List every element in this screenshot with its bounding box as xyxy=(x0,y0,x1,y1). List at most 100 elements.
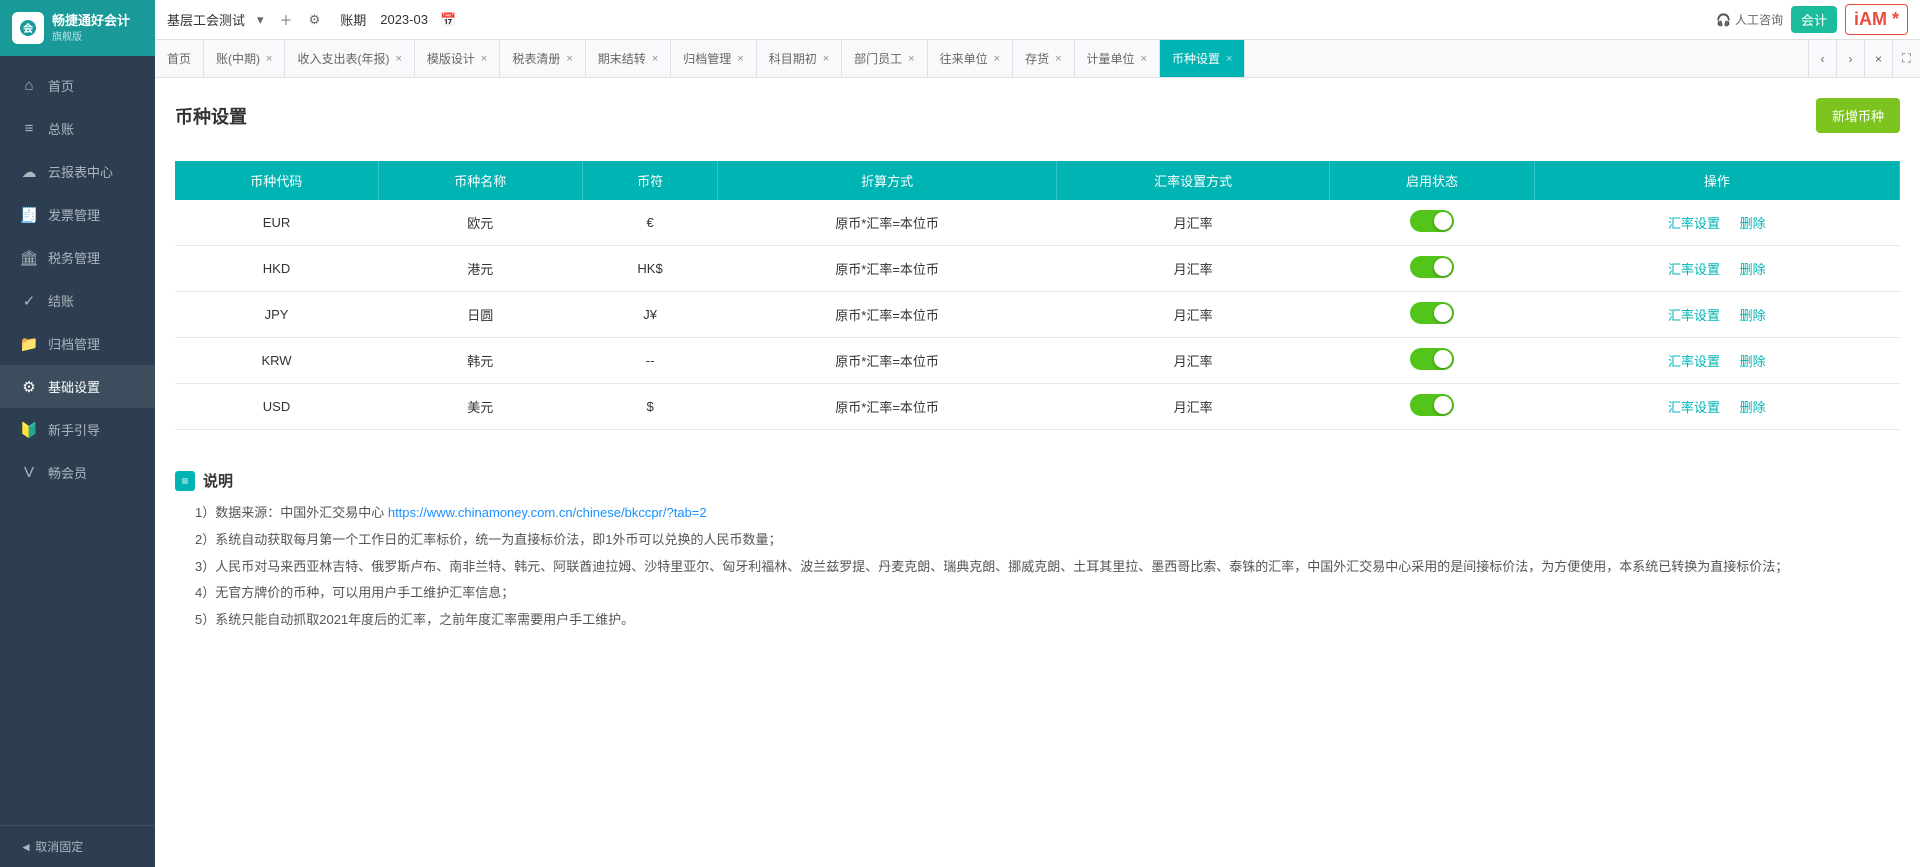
toggle-switch[interactable] xyxy=(1410,348,1454,370)
new-currency-button[interactable]: 新增币种 xyxy=(1816,98,1900,133)
sidebar-item-invoice[interactable]: 🧾 发票管理 xyxy=(0,193,155,236)
tab-dept-staff[interactable]: 部门员工 × xyxy=(842,40,927,78)
rate-setting-button[interactable]: 汇率设置 xyxy=(1668,354,1720,369)
tab-close-icon[interactable]: × xyxy=(737,53,743,65)
settings-gear-icon[interactable]: ⚙ xyxy=(305,10,325,30)
rate-setting-button[interactable]: 汇率设置 xyxy=(1668,308,1720,323)
tab-subject-init[interactable]: 科目期初 × xyxy=(757,40,842,78)
tabbar-arrows: ‹ › × ⛶ xyxy=(1808,40,1920,78)
cell-name: 日圆 xyxy=(378,292,582,338)
service-button[interactable]: 🎧 人工咨询 xyxy=(1716,11,1783,28)
delete-button[interactable]: 删除 xyxy=(1740,354,1766,369)
iamstar-badge[interactable]: iAM * xyxy=(1845,4,1908,35)
cell-enabled xyxy=(1330,246,1534,292)
tab-inventory[interactable]: 存货 × xyxy=(1013,40,1074,78)
tab-unit[interactable]: 计量单位 × xyxy=(1075,40,1160,78)
cell-calc: 原币*汇率=本位币 xyxy=(718,384,1057,430)
cell-calc: 原币*汇率=本位币 xyxy=(718,338,1057,384)
cell-rate-type: 月汇率 xyxy=(1056,338,1329,384)
cell-actions: 汇率设置 删除 xyxy=(1534,338,1899,384)
tab-expand-button[interactable]: ⛶ xyxy=(1892,40,1920,78)
tab-currency[interactable]: 币种设置 × xyxy=(1160,40,1245,78)
kuaiji-button[interactable]: 会计 xyxy=(1791,6,1837,33)
tab-counterparty[interactable]: 往来单位 × xyxy=(928,40,1013,78)
cell-enabled xyxy=(1330,384,1534,430)
toggle-track[interactable] xyxy=(1410,256,1454,278)
cell-actions: 汇率设置 删除 xyxy=(1534,246,1899,292)
notice-item: 2）系统自动获取每月第一个工作日的汇率标价，统一为直接标价法，即1外币可以兑换的… xyxy=(195,530,1900,551)
tab-close-icon[interactable]: × xyxy=(823,53,829,65)
cell-name: 欧元 xyxy=(378,200,582,246)
notice-link[interactable]: https://www.chinamoney.com.cn/chinese/bk… xyxy=(388,505,707,520)
col-code: 币种代码 xyxy=(175,161,378,200)
tab-home[interactable]: 首页 xyxy=(155,40,204,78)
delete-button[interactable]: 删除 xyxy=(1740,400,1766,415)
notice-list: 1）数据来源：中国外汇交易中心 https://www.chinamoney.c… xyxy=(175,503,1900,631)
home-icon: ⌂ xyxy=(20,77,38,95)
currency-table-wrapper: 币种代码 币种名称 币符 折算方式 汇率设置方式 启用状态 操作 EUR 欧元 … xyxy=(175,161,1900,430)
topbar: 基层工会测试 ▾ ＋ ⚙ 账期 2023-03 📅 🎧 人工咨询 会计 iAM … xyxy=(155,0,1920,40)
dropdown-icon[interactable]: ▾ xyxy=(253,10,268,30)
tab-annual-report[interactable]: 收入支出表(年报) × xyxy=(285,40,414,78)
notice-item: 1）数据来源：中国外汇交易中心 https://www.chinamoney.c… xyxy=(195,503,1900,524)
tab-period[interactable]: 账(中期) × xyxy=(204,40,285,78)
delete-button[interactable]: 删除 xyxy=(1740,216,1766,231)
rate-setting-button[interactable]: 汇率设置 xyxy=(1668,216,1720,231)
calendar-icon[interactable]: 📅 xyxy=(436,10,460,30)
cell-name: 港元 xyxy=(378,246,582,292)
sidebar-item-home[interactable]: ⌂ 首页 xyxy=(0,64,155,107)
sidebar-item-ledger[interactable]: ≡ 总账 xyxy=(0,107,155,150)
tab-close-icon[interactable]: × xyxy=(908,53,914,65)
notice-item: 3）人民币对马来西亚林吉特、俄罗斯卢布、南非兰特、韩元、阿联酋迪拉姆、沙特里亚尔… xyxy=(195,557,1900,578)
cell-rate-type: 月汇率 xyxy=(1056,384,1329,430)
rate-setting-button[interactable]: 汇率设置 xyxy=(1668,262,1720,277)
tab-close-icon[interactable]: × xyxy=(652,53,658,65)
tab-tax-list[interactable]: 税表清册 × xyxy=(500,40,585,78)
sidebar-item-guide[interactable]: 🔰 新手引导 xyxy=(0,408,155,451)
cell-code: JPY xyxy=(175,292,378,338)
sidebar-item-tax[interactable]: 🏛 税务管理 xyxy=(0,236,155,279)
tax-icon: 🏛 xyxy=(20,249,38,267)
tab-close-icon[interactable]: × xyxy=(481,53,487,65)
tab-close-icon[interactable]: × xyxy=(1055,53,1061,65)
toggle-track[interactable] xyxy=(1410,210,1454,232)
tab-close-icon[interactable]: × xyxy=(566,53,572,65)
delete-button[interactable]: 删除 xyxy=(1740,262,1766,277)
tab-template[interactable]: 模版设计 × xyxy=(415,40,500,78)
toggle-switch[interactable] xyxy=(1410,210,1454,232)
sidebar-item-label: 基础设置 xyxy=(48,377,100,396)
toggle-switch[interactable] xyxy=(1410,394,1454,416)
tab-period-transfer[interactable]: 期末结转 × xyxy=(586,40,671,78)
page-title: 币种设置 xyxy=(175,103,247,129)
cell-code: USD xyxy=(175,384,378,430)
toggle-track[interactable] xyxy=(1410,302,1454,324)
toggle-track[interactable] xyxy=(1410,348,1454,370)
sidebar-item-vip[interactable]: V 畅会员 xyxy=(0,451,155,494)
tab-archive-mgmt[interactable]: 归档管理 × xyxy=(671,40,756,78)
rate-setting-button[interactable]: 汇率设置 xyxy=(1668,400,1720,415)
add-icon[interactable]: ＋ xyxy=(276,8,297,31)
sidebar-item-settings[interactable]: ⚙ 基础设置 xyxy=(0,365,155,408)
sidebar-item-close[interactable]: ✓ 结账 xyxy=(0,279,155,322)
delete-button[interactable]: 删除 xyxy=(1740,308,1766,323)
tab-close-icon[interactable]: × xyxy=(1226,53,1232,65)
toggle-switch[interactable] xyxy=(1410,256,1454,278)
tab-close-all-button[interactable]: × xyxy=(1864,40,1892,78)
toggle-track[interactable] xyxy=(1410,394,1454,416)
tab-close-icon[interactable]: × xyxy=(266,53,272,65)
tab-close-icon[interactable]: × xyxy=(994,53,1000,65)
tab-prev-button[interactable]: ‹ xyxy=(1808,40,1836,78)
tab-close-icon[interactable]: × xyxy=(1141,53,1147,65)
toggle-switch[interactable] xyxy=(1410,302,1454,324)
col-calc: 折算方式 xyxy=(718,161,1057,200)
toggle-thumb xyxy=(1434,258,1452,276)
sidebar-item-archive[interactable]: 📁 归档管理 xyxy=(0,322,155,365)
guide-icon: 🔰 xyxy=(20,421,38,439)
tab-next-button[interactable]: › xyxy=(1836,40,1864,78)
tab-close-icon[interactable]: × xyxy=(395,53,401,65)
sidebar-item-reports[interactable]: ☁ 云报表中心 xyxy=(0,150,155,193)
sidebar-item-label: 归档管理 xyxy=(48,334,100,353)
table-row: EUR 欧元 € 原币*汇率=本位币 月汇率 汇率设置 删除 xyxy=(175,200,1900,246)
sidebar-pin-toggle[interactable]: ◄ 取消固定 xyxy=(0,825,155,867)
toggle-thumb xyxy=(1434,304,1452,322)
